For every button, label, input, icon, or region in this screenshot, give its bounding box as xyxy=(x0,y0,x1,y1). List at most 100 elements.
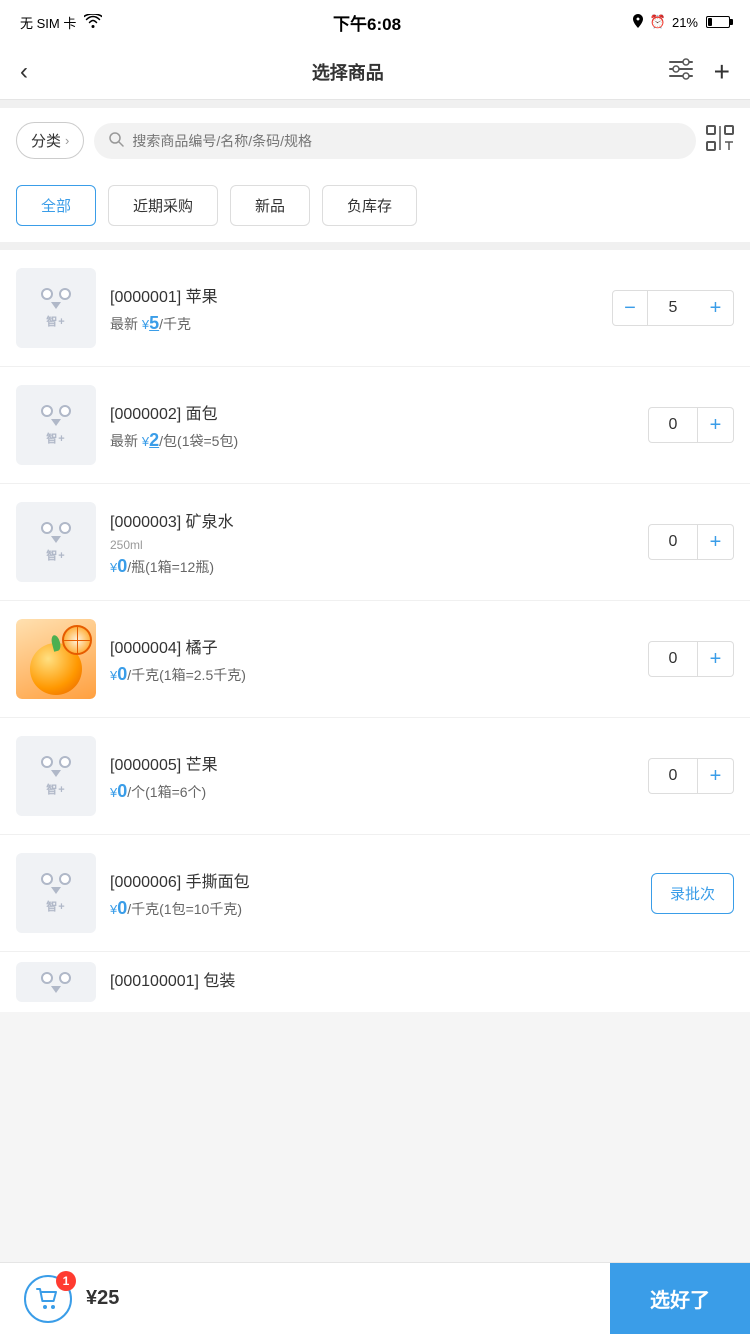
qty-control-3: + xyxy=(648,524,734,560)
placeholder-logo-6: 智+ xyxy=(41,873,71,914)
qty-input-1[interactable] xyxy=(648,290,698,326)
tab-new[interactable]: 新品 xyxy=(230,185,310,226)
record-batch-button[interactable]: 录批次 xyxy=(651,873,734,914)
search-input-wrap xyxy=(94,123,696,159)
cart-badge: 1 xyxy=(56,1271,76,1291)
amount-2: 2 xyxy=(149,430,159,450)
product-item-5: 智+ [0000005] 芒果 ¥0/个(1箱=6个) + xyxy=(0,718,750,835)
status-bar: 无 SIM 卡 下午6:08 ⏰ 21% xyxy=(0,0,750,44)
add-button[interactable]: + xyxy=(714,56,730,88)
product-info-1: [0000001] 苹果 最新 ¥5/千克 xyxy=(110,283,598,334)
product-item-2: 智+ [0000002] 面包 最新 ¥2/包(1袋=5包) + xyxy=(0,367,750,484)
amount-5: 0 xyxy=(117,781,127,801)
product-image-6: 智+ xyxy=(16,853,96,933)
search-icon xyxy=(108,131,124,151)
status-right: ⏰ 21% xyxy=(632,14,730,31)
price-label-2: 最新 xyxy=(110,433,142,449)
product-info-5: [0000005] 芒果 ¥0/个(1箱=6个) xyxy=(110,751,634,802)
product-info-2: [0000002] 面包 最新 ¥2/包(1袋=5包) xyxy=(110,400,634,451)
product-spec-3: 250ml xyxy=(110,538,634,552)
product-price-2: 最新 ¥2/包(1袋=5包) xyxy=(110,430,634,451)
status-carrier: 无 SIM 卡 xyxy=(20,13,102,32)
battery-icon xyxy=(706,16,730,28)
product-price-1: 最新 ¥5/千克 xyxy=(110,313,598,334)
product-image-partial xyxy=(16,962,96,1002)
unit-4: /千克(1箱=2.5千克) xyxy=(127,667,246,683)
product-name-2: [0000002] 面包 xyxy=(110,400,634,424)
scan-button[interactable] xyxy=(706,125,734,157)
tab-all[interactable]: 全部 xyxy=(16,185,96,226)
placeholder-logo-2: 智+ xyxy=(41,405,71,446)
bottom-bar: 1 ¥25 选好了 xyxy=(0,1262,750,1334)
product-name-6: [0000006] 手撕面包 xyxy=(110,868,637,892)
product-info-3: [0000003] 矿泉水 250ml ¥0/瓶(1箱=12瓶) xyxy=(110,508,634,577)
product-item-4: [0000004] 橘子 ¥0/千克(1箱=2.5千克) + xyxy=(0,601,750,718)
product-info-6: [0000006] 手撕面包 ¥0/千克(1包=10千克) xyxy=(110,868,637,919)
search-row: 分类 › xyxy=(0,108,750,173)
product-name-partial: [000100001] 包装 xyxy=(110,967,734,991)
product-price-4: ¥0/千克(1箱=2.5千克) xyxy=(110,664,634,685)
unit-3: /瓶(1箱=12瓶) xyxy=(127,559,214,575)
placeholder-logo-partial xyxy=(41,972,71,993)
product-image-1: 智+ xyxy=(16,268,96,348)
placeholder-logo-5: 智+ xyxy=(41,756,71,797)
qty-input-2[interactable] xyxy=(648,407,698,443)
product-price-6: ¥0/千克(1包=10千克) xyxy=(110,898,637,919)
unit-6: /千克(1包=10千克) xyxy=(127,901,242,917)
qty-plus-3[interactable]: + xyxy=(698,524,734,560)
product-name-1: [0000001] 苹果 xyxy=(110,283,598,307)
qty-plus-1[interactable]: + xyxy=(698,290,734,326)
product-price-5: ¥0/个(1箱=6个) xyxy=(110,781,634,802)
product-item-1: 智+ [0000001] 苹果 最新 ¥5/千克 − + xyxy=(0,250,750,367)
category-button[interactable]: 分类 › xyxy=(16,122,84,159)
confirm-button[interactable]: 选好了 xyxy=(610,1263,750,1334)
product-name-5: [0000005] 芒果 xyxy=(110,751,634,775)
unit-1: /千克 xyxy=(159,316,191,332)
product-item-6: 智+ [0000006] 手撕面包 ¥0/千克(1包=10千克) 录批次 xyxy=(0,835,750,952)
unit-2: /包(1袋=5包) xyxy=(159,433,238,449)
price-label-1: 最新 xyxy=(110,316,142,332)
qty-input-5[interactable] xyxy=(648,758,698,794)
qty-plus-5[interactable]: + xyxy=(698,758,734,794)
qty-input-3[interactable] xyxy=(648,524,698,560)
qty-plus-4[interactable]: + xyxy=(698,641,734,677)
qty-control-4: + xyxy=(648,641,734,677)
cart-section: 1 ¥25 xyxy=(0,1275,610,1323)
separator-1 xyxy=(0,100,750,108)
product-info-partial: [000100001] 包装 xyxy=(110,967,734,997)
nav-bar: ‹ 选择商品 + xyxy=(0,44,750,100)
qty-plus-2[interactable]: + xyxy=(698,407,734,443)
product-item-3: 智+ [0000003] 矿泉水 250ml ¥0/瓶(1箱=12瓶) + xyxy=(0,484,750,601)
product-image-3: 智+ xyxy=(16,502,96,582)
amount-4: 0 xyxy=(117,664,127,684)
product-info-4: [0000004] 橘子 ¥0/千克(1箱=2.5千克) xyxy=(110,634,634,685)
tab-negative[interactable]: 负库存 xyxy=(322,185,417,226)
qty-control-1: − + xyxy=(612,290,734,326)
tab-recent[interactable]: 近期采购 xyxy=(108,185,218,226)
location-icon xyxy=(632,14,644,31)
cart-total: ¥25 xyxy=(86,1287,119,1310)
amount-6: 0 xyxy=(117,898,127,918)
filter-icon[interactable] xyxy=(668,58,694,86)
qty-control-2: + xyxy=(648,407,734,443)
alarm-icon: ⏰ xyxy=(650,14,666,30)
placeholder-logo: 智+ xyxy=(41,288,71,329)
cart-icon xyxy=(36,1288,60,1310)
product-item-partial: [000100001] 包装 xyxy=(0,952,750,1012)
product-name-4: [0000004] 橘子 xyxy=(110,634,634,658)
qty-input-4[interactable] xyxy=(648,641,698,677)
search-input[interactable] xyxy=(132,133,682,149)
product-price-3: ¥0/瓶(1箱=12瓶) xyxy=(110,556,634,577)
cart-button[interactable]: 1 xyxy=(24,1275,72,1323)
page-title: 选择商品 xyxy=(312,59,384,85)
product-image-5: 智+ xyxy=(16,736,96,816)
back-button[interactable]: ‹ xyxy=(20,58,28,86)
placeholder-logo-3: 智+ xyxy=(41,522,71,563)
amount-1: 5 xyxy=(149,313,159,333)
status-time: 下午6:08 xyxy=(333,10,401,35)
qty-minus-1[interactable]: − xyxy=(612,290,648,326)
amount-3: 0 xyxy=(117,556,127,576)
battery-percent: 21% xyxy=(672,15,698,30)
product-image-4 xyxy=(16,619,96,699)
qty-control-5: + xyxy=(648,758,734,794)
